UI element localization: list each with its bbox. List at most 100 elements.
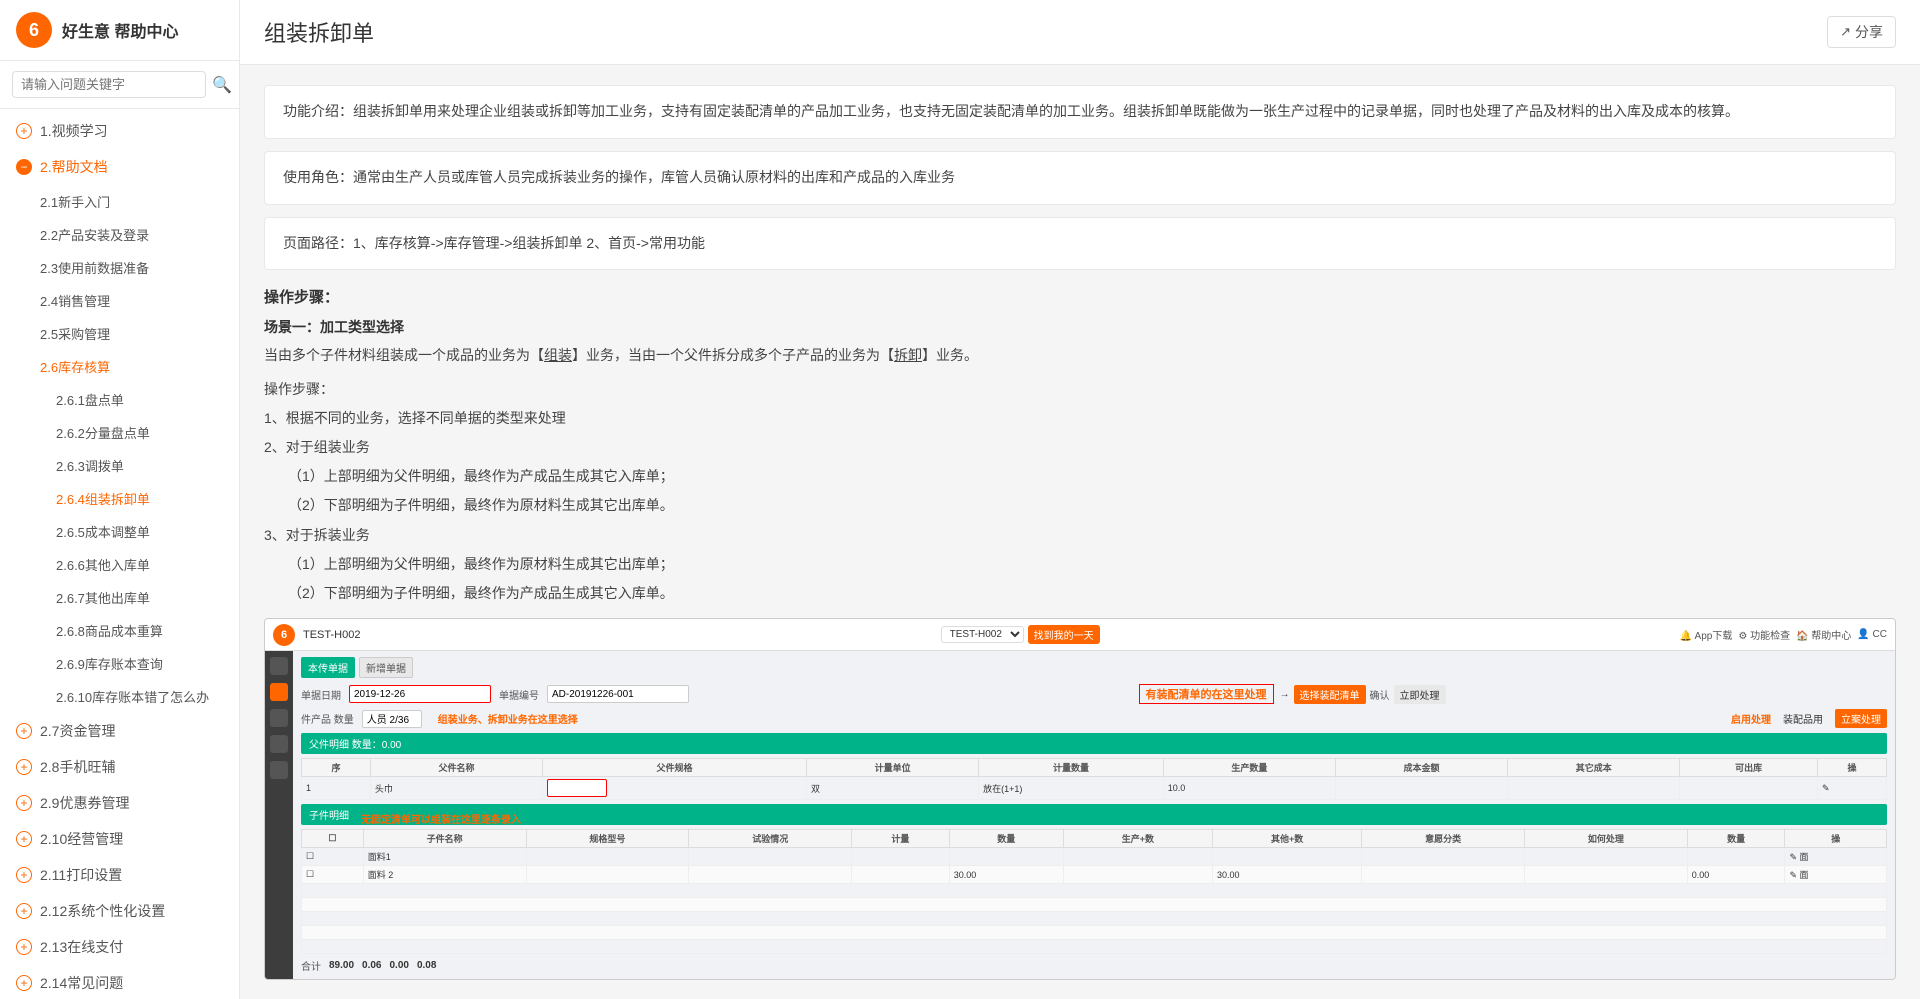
mock-btd-2-other: 30.00	[1213, 866, 1362, 884]
mock-topbar: 6 TEST-H002 TEST-H002 找到我的一天 🔔 App下载 ⚙ 功…	[265, 619, 1895, 651]
mock-tab-existing[interactable]: 本传单据	[301, 657, 355, 678]
sidebar-item-2-12[interactable]: + 2.12系统个性化设置	[0, 893, 239, 929]
sidebar-item-2-6-4[interactable]: 2.6.4组装拆卸单	[0, 482, 239, 515]
main-content: 组装拆卸单 ↗ 分享 功能介绍：组装拆卸单用来处理企业组装或拆卸等加工业务，支持…	[240, 0, 1920, 999]
mock-bth-other: 其他+数	[1213, 830, 1362, 848]
mock-left-nav	[265, 651, 293, 979]
mock-annotation-manual: 无固定清单可以组装在这里逐条录入	[361, 811, 521, 826]
sidebar-item-2-3[interactable]: 2.3使用前数据准备	[0, 251, 239, 284]
mock-td-1-pqty: 10.0	[1163, 777, 1335, 800]
mock-section-title-top: 父件明细 数量：0.00	[301, 733, 1887, 754]
mock-annotation-type: 组装业务、拆卸业务在这里选择	[438, 711, 578, 726]
mock-top-table-header: 序 父件名称 父件规格 计量单位 计量数量 生产数量 成本金额 其它成本 可出库	[302, 759, 1887, 777]
expand-icon-2-7: +	[16, 723, 32, 739]
mock-btd-1-prod	[1063, 848, 1212, 866]
operation-steps: 操作步骤： 1、根据不同的业务，选择不同单据的类型来处理 2、对于组装业务 （1…	[264, 377, 1896, 607]
mock-confirm-btn[interactable]: 立即处理	[1394, 685, 1446, 704]
mock-date-input[interactable]	[349, 685, 491, 703]
sidebar-item-2-7[interactable]: + 2.7资金管理	[0, 713, 239, 749]
expand-icon-2-12: +	[16, 903, 32, 919]
steps-heading: 操作步骤：	[264, 286, 1896, 307]
sidebar-item-2-6-6[interactable]: 2.6.6其他入库单	[0, 548, 239, 581]
sidebar-item-2-1[interactable]: 2.1新手入门	[0, 185, 239, 218]
content-area: 功能介绍：组装拆卸单用来处理企业组装或拆卸等加工业务，支持有固定装配清单的产品加…	[240, 65, 1920, 999]
mock-bottom-row-2: ☐ 面料 2 30.00 30.00	[302, 866, 1887, 884]
mock-btd-2-class	[1362, 866, 1525, 884]
sidebar-item-2-11[interactable]: + 2.11打印设置	[0, 857, 239, 893]
mock-total-val3: 0.00	[390, 960, 409, 971]
mock-btd-1-qty	[1687, 848, 1785, 866]
sidebar-item-2-6-5[interactable]: 2.6.5成本调整单	[0, 515, 239, 548]
sidebar-item-2-6-1[interactable]: 2.6.1盘点单	[0, 383, 239, 416]
mock-btd-2-spec	[526, 866, 689, 884]
mock-bottom-row-6	[302, 926, 1887, 940]
sidebar-item-2-13[interactable]: + 2.13在线支付	[0, 929, 239, 965]
expand-icon-2-8: +	[16, 759, 32, 775]
search-input[interactable]	[12, 71, 206, 98]
mock-top-table-section: 父件明细 数量：0.00 序 父件名称 父件规格 计量单位 计量数量	[301, 733, 1887, 800]
mock-use-btn[interactable]: 立案处理	[1835, 709, 1887, 728]
share-button[interactable]: ↗ 分享	[1827, 16, 1896, 48]
sidebar-item-2-6-8[interactable]: 2.6.8商品成本重算	[0, 614, 239, 647]
sidebar-item-2-6-9[interactable]: 2.6.9库存账本查询	[0, 647, 239, 680]
sidebar-item-2-8[interactable]: + 2.8手机旺辅	[0, 749, 239, 785]
mock-nav-item-3	[270, 709, 288, 727]
sidebar-header: 6 好生意 帮助中心	[0, 0, 239, 61]
mock-bottom-row-3	[302, 884, 1887, 898]
sidebar-item-2-14[interactable]: + 2.14常见问题	[0, 965, 239, 999]
share-icon: ↗	[1840, 24, 1851, 40]
mock-bth-check: ☐	[302, 830, 364, 848]
mock-btd-5	[302, 912, 1887, 926]
mock-bottom-row-5	[302, 912, 1887, 926]
mock-btd-2-qty: 0.00	[1687, 866, 1785, 884]
mock-document-content: 本传单据 新增单据 单据日期 单据编号 有装配清单的在这里处理 →	[293, 651, 1895, 979]
mock-td-1-spec	[543, 777, 807, 800]
sidebar-item-2-2[interactable]: 2.2产品安装及登录	[0, 218, 239, 251]
mock-btd-7	[302, 940, 1887, 954]
sidebar-label-1: 1.视频学习	[40, 121, 108, 141]
mock-confirm-label: 确认	[1370, 687, 1390, 702]
mock-company-select[interactable]: TEST-H002	[941, 626, 1024, 643]
mock-td-1-unit: 双	[806, 777, 978, 800]
mock-bth-handle: 如何处理	[1525, 830, 1688, 848]
mock-btd-1-check: ☐	[302, 848, 364, 866]
mock-btd-2-num: 30.00	[949, 866, 1063, 884]
search-icon[interactable]: 🔍	[212, 75, 232, 95]
mock-bth-class: 意愿分类	[1362, 830, 1525, 848]
sidebar-item-2-6-3[interactable]: 2.6.3调拨单	[0, 449, 239, 482]
mock-section-title-bottom: 子件明细	[301, 804, 1887, 825]
mock-assembly-btn[interactable]: 选择装配清单	[1294, 685, 1366, 704]
sidebar-item-2-6-2[interactable]: 2.6.2分量盘点单	[0, 416, 239, 449]
mock-td-1-cost	[1335, 777, 1507, 800]
mock-topbar-btn[interactable]: 找到我的一天	[1028, 625, 1100, 644]
mock-form-row1: 单据日期 单据编号 有装配清单的在这里处理 → 选择装配清单 确认 立即处理	[301, 684, 1887, 704]
mock-bottom-totals: 合计 89.00 0.06 0.00 0.08	[301, 958, 1887, 973]
mock-td-1-spec-input[interactable]	[547, 779, 607, 797]
sidebar-item-2-6-7[interactable]: 2.6.7其他出库单	[0, 581, 239, 614]
sidebar-item-2-5[interactable]: 2.5采购管理	[0, 317, 239, 350]
mock-tab-new[interactable]: 新增单据	[359, 657, 413, 678]
mock-nav-item-1	[270, 657, 288, 675]
sidebar-item-2-9[interactable]: + 2.9优惠券管理	[0, 785, 239, 821]
sidebar-item-2-6-10[interactable]: 2.6.10库存账本错了怎么办	[0, 680, 239, 713]
mock-bth-unit: 计量	[852, 830, 950, 848]
sidebar-item-2-6[interactable]: 2.6库存核算	[0, 350, 239, 383]
mock-btd-2-unit	[852, 866, 950, 884]
mock-app: 6 TEST-H002 TEST-H002 找到我的一天 🔔 App下载 ⚙ 功…	[265, 619, 1895, 979]
mock-btd-2-test	[689, 866, 852, 884]
mock-pieces-label: 件产品 数量	[301, 711, 354, 726]
mock-main-area: 本传单据 新增单据 单据日期 单据编号 有装配清单的在这里处理 →	[265, 651, 1895, 979]
path-text: 页面路径：1、库存核算->库存管理->组装拆卸单 2、首页->常用功能	[283, 235, 705, 251]
sidebar-item-2-4[interactable]: 2.4销售管理	[0, 284, 239, 317]
mock-th-unit: 计量单位	[806, 759, 978, 777]
sidebar-item-2[interactable]: − 2.帮助文档	[0, 149, 239, 185]
sidebar-item-2-10[interactable]: + 2.10经营管理	[0, 821, 239, 857]
mock-annotation-assembly: 有装配清单的在这里处理	[1139, 684, 1274, 704]
path-block: 页面路径：1、库存核算->库存管理->组装拆卸单 2、首页->常用功能	[264, 217, 1896, 271]
mock-num-input[interactable]	[547, 685, 689, 703]
screenshot-container: 6 TEST-H002 TEST-H002 找到我的一天 🔔 App下载 ⚙ 功…	[264, 618, 1896, 980]
sidebar-item-1[interactable]: + 1.视频学习	[0, 113, 239, 149]
mock-date-label: 单据日期	[301, 687, 341, 702]
mock-pieces-input[interactable]	[362, 710, 422, 728]
app-name: 好生意 帮助中心	[62, 18, 178, 42]
